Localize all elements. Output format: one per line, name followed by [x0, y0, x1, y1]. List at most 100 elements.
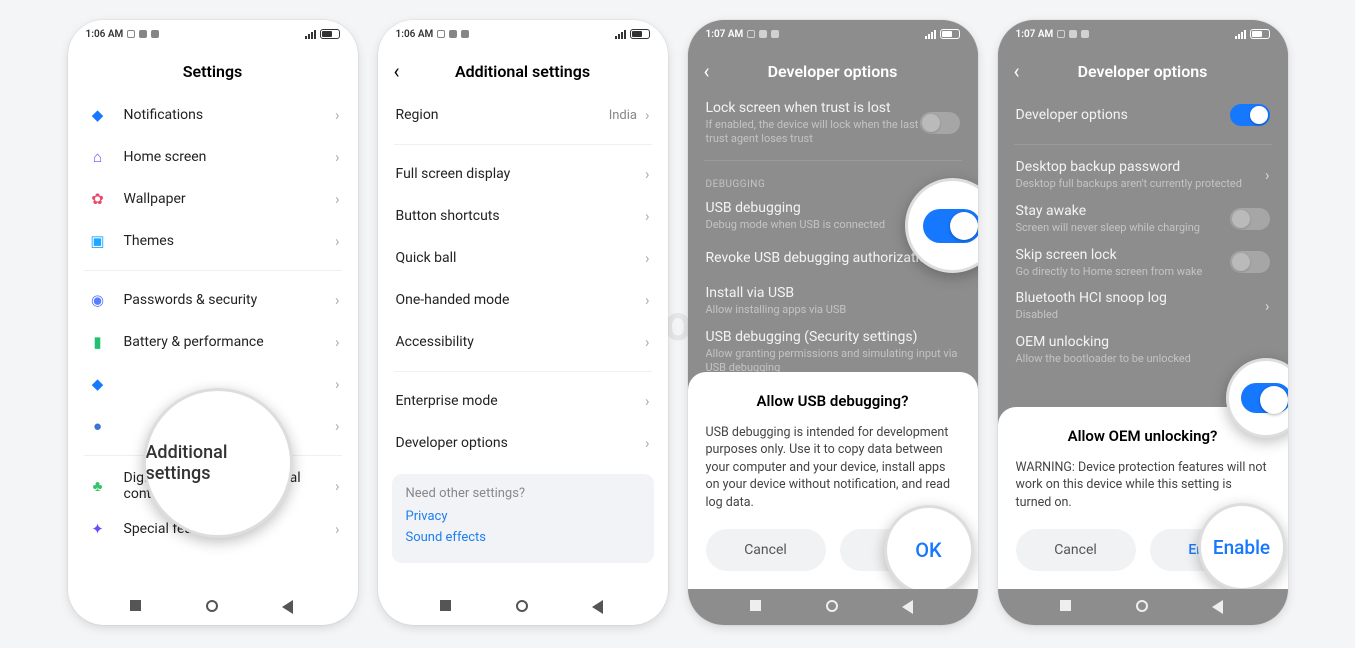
settings-battery[interactable]: ▮ Battery & performance ›: [84, 321, 342, 363]
cancel-button[interactable]: Cancel: [1016, 529, 1136, 571]
battery-icon: [1250, 29, 1270, 39]
skip-screen-lock-row[interactable]: Skip screen lockGo directly to Home scre…: [1014, 241, 1272, 285]
header: ‹ Developer options: [688, 48, 978, 94]
status-time: 1:07 AM: [1016, 29, 1054, 40]
settings-wallpaper[interactable]: ✿ Wallpaper ›: [84, 178, 342, 220]
region-value: India: [609, 108, 637, 123]
footer-card: Need other settings? Privacy Sound effec…: [392, 474, 654, 563]
signal-icon: [1235, 30, 1246, 39]
page-title: Additional settings: [455, 62, 590, 81]
developer-options[interactable]: Developer options›: [394, 422, 652, 464]
signal-icon: [305, 30, 316, 39]
recents-button[interactable]: [440, 600, 454, 614]
back-button[interactable]: [282, 600, 296, 614]
back-button[interactable]: [902, 600, 916, 614]
one-handed-mode[interactable]: One-handed mode›: [394, 279, 652, 321]
oem-unlocking-row[interactable]: OEM unlockingAllow the bootloader to be …: [1014, 328, 1272, 372]
page-title: Developer options: [768, 62, 898, 81]
home-button[interactable]: [826, 600, 840, 614]
back-button[interactable]: [592, 600, 606, 614]
full-screen-display[interactable]: Full screen display›: [394, 153, 652, 195]
recents-button[interactable]: [130, 600, 144, 614]
status-time: 1:06 AM: [396, 29, 434, 40]
stay-awake-row[interactable]: Stay awakeScreen will never sleep while …: [1014, 197, 1272, 241]
battery-icon: [630, 29, 650, 39]
install-via-usb-row[interactable]: Install via USBAllow installing apps via…: [704, 279, 962, 323]
chevron-right-icon: ›: [335, 232, 340, 250]
chevron-right-icon: ›: [1265, 166, 1270, 184]
alarm-icon: [437, 30, 445, 38]
alarm-icon: [747, 30, 755, 38]
settings-home-screen[interactable]: ⌂ Home screen ›: [84, 136, 342, 178]
chevron-right-icon: ›: [335, 477, 340, 495]
notifications-icon: ◆: [86, 103, 110, 127]
lock-trust-toggle[interactable]: [920, 112, 960, 134]
wellbeing-icon: ♣: [86, 474, 110, 498]
region-row[interactable]: Region India ›: [394, 94, 652, 136]
chevron-right-icon: ›: [335, 417, 340, 435]
ok-label: OK: [915, 538, 941, 562]
desktop-backup-row[interactable]: Desktop backup passwordDesktop full back…: [1014, 153, 1272, 197]
button-shortcuts[interactable]: Button shortcuts›: [394, 195, 652, 237]
phone-settings: 1:06 AM Settings ◆ Notifications › ⌂ Hom…: [68, 20, 358, 625]
footer-link-privacy[interactable]: Privacy: [406, 509, 640, 524]
bluetooth-hci-row[interactable]: Bluetooth HCI snoop logDisabled ›: [1014, 284, 1272, 328]
accessibility[interactable]: Accessibility›: [394, 321, 652, 363]
home-button[interactable]: [206, 600, 220, 614]
magnifier-text: Additional settings: [146, 442, 290, 484]
cancel-button[interactable]: Cancel: [706, 529, 826, 571]
quick-ball[interactable]: Quick ball›: [394, 237, 652, 279]
page-title: Developer options: [1078, 62, 1208, 81]
recents-button[interactable]: [750, 600, 764, 614]
page-title: Settings: [183, 62, 243, 81]
header: ‹ Additional settings: [378, 48, 668, 94]
stay-awake-toggle[interactable]: [1230, 208, 1270, 230]
status-icon: [449, 30, 457, 38]
magnifier-highlight: OK: [884, 505, 974, 589]
settings-themes[interactable]: ▣ Themes ›: [84, 220, 342, 262]
header: Settings: [68, 48, 358, 94]
back-icon[interactable]: ‹: [1014, 61, 1020, 81]
status-time: 1:06 AM: [86, 29, 124, 40]
usb-debugging-toggle[interactable]: [923, 209, 978, 243]
signal-icon: [925, 30, 936, 39]
footer-question: Need other settings?: [406, 486, 640, 501]
home-button[interactable]: [1136, 600, 1150, 614]
enable-label: Enable: [1213, 536, 1270, 559]
developer-options-toggle[interactable]: [1230, 104, 1270, 126]
chevron-right-icon: ›: [335, 333, 340, 351]
skip-lock-toggle[interactable]: [1230, 251, 1270, 273]
divider: [394, 371, 652, 372]
status-time: 1:07 AM: [706, 29, 744, 40]
status-icon: [151, 30, 159, 38]
chevron-right-icon: ›: [645, 333, 650, 351]
status-bar: 1:07 AM: [998, 20, 1288, 48]
alarm-icon: [127, 30, 135, 38]
chevron-right-icon: ›: [645, 207, 650, 225]
recents-button[interactable]: [1060, 600, 1074, 614]
back-icon[interactable]: ‹: [704, 61, 710, 81]
settings-notifications[interactable]: ◆ Notifications ›: [84, 94, 342, 136]
lock-screen-trust-row[interactable]: Lock screen when trust is lostIf enabled…: [704, 94, 962, 152]
oem-unlocking-toggle[interactable]: [1241, 383, 1288, 413]
chevron-right-icon: ›: [645, 165, 650, 183]
alarm-icon: [1057, 30, 1065, 38]
wallpaper-icon: ✿: [86, 187, 110, 211]
navbar: [68, 589, 358, 625]
enterprise-mode[interactable]: Enterprise mode›: [394, 380, 652, 422]
divider: [704, 160, 962, 161]
chevron-right-icon: ›: [335, 520, 340, 538]
chevron-right-icon: ›: [335, 106, 340, 124]
status-icon: [1069, 30, 1077, 38]
divider: [394, 144, 652, 145]
dialog-body: USB debugging is intended for developmen…: [706, 424, 960, 512]
signal-icon: [615, 30, 626, 39]
chevron-right-icon: ›: [335, 190, 340, 208]
back-button[interactable]: [1212, 600, 1226, 614]
settings-passwords-security[interactable]: ◉ Passwords & security ›: [84, 279, 342, 321]
back-icon[interactable]: ‹: [394, 61, 400, 81]
developer-options-row[interactable]: Developer options: [1014, 94, 1272, 136]
footer-link-sound[interactable]: Sound effects: [406, 530, 640, 545]
home-button[interactable]: [516, 600, 530, 614]
chevron-right-icon: ›: [645, 392, 650, 410]
